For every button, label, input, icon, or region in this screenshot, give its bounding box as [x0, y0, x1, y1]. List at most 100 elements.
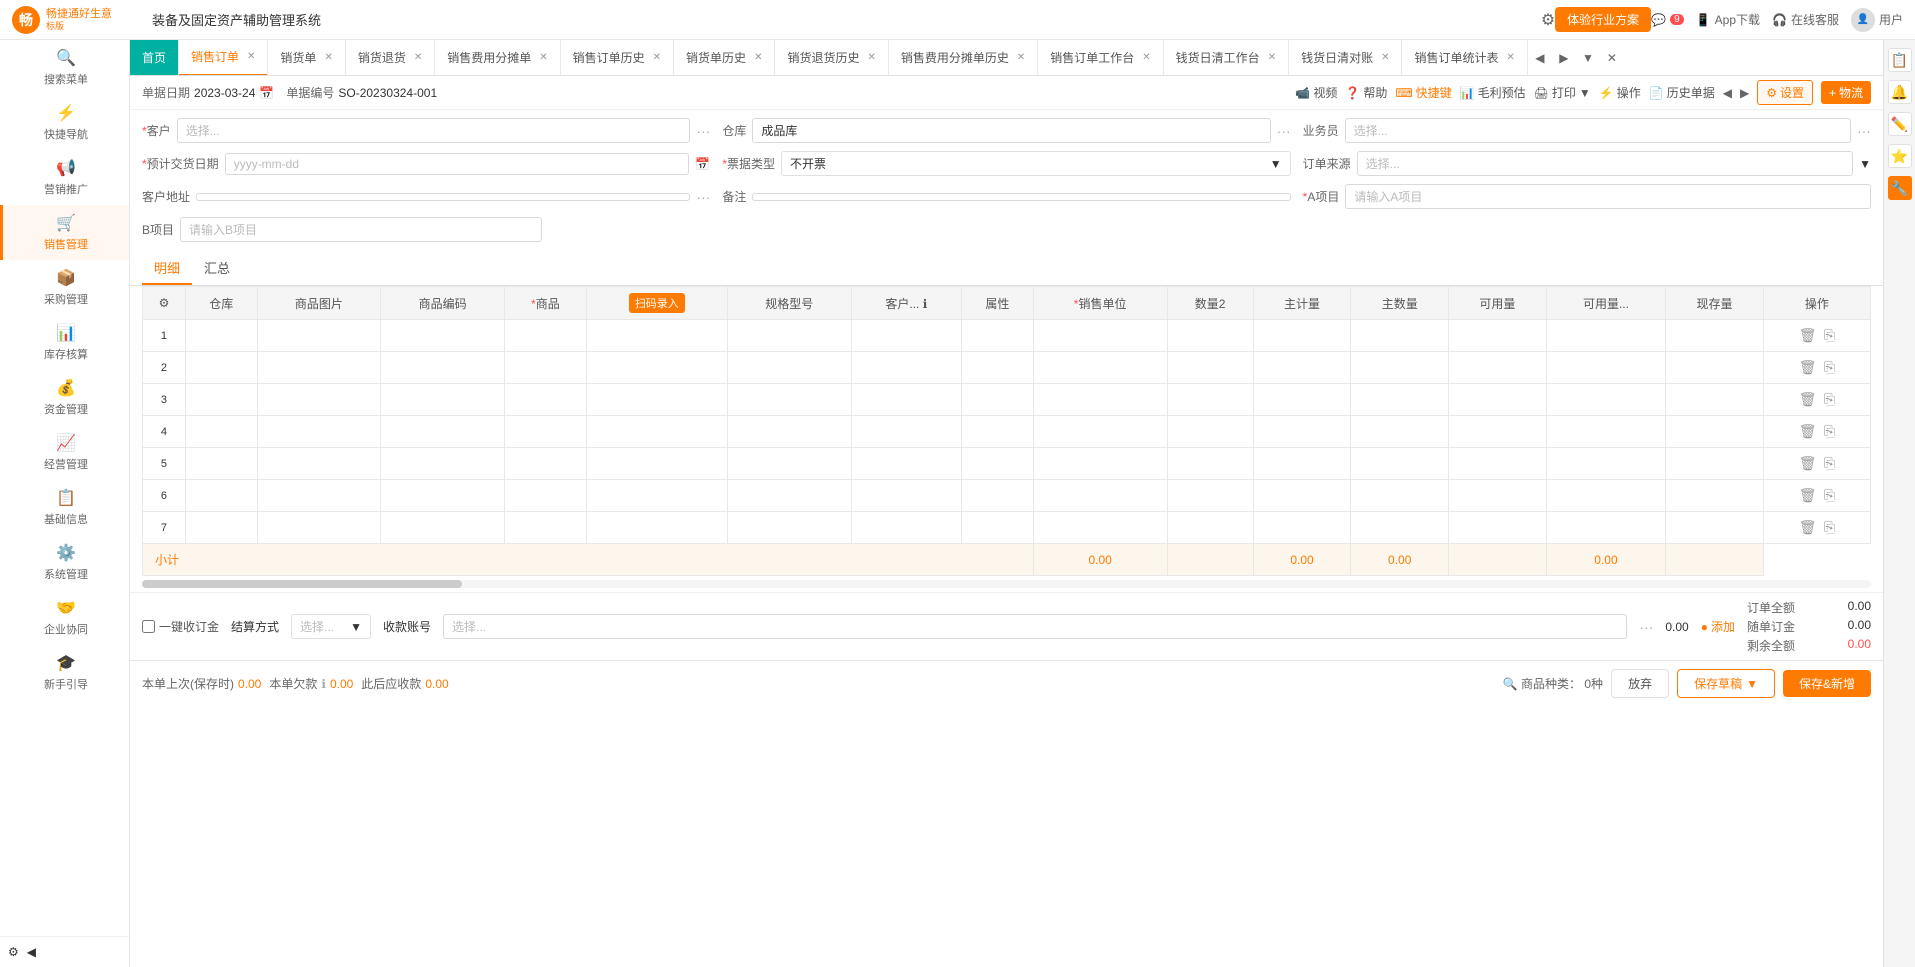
tab-close-sales-order[interactable]: ✕ — [247, 51, 255, 62]
tab-close-sales-return[interactable]: ✕ — [324, 52, 332, 63]
warehouse-more-btn[interactable]: ··· — [1277, 123, 1291, 139]
tab-sales-order-workbench[interactable]: 销售订单工作台 ✕ — [1038, 40, 1163, 76]
row-warehouse-2[interactable] — [185, 352, 257, 384]
sidebar-item-search[interactable]: 🔍 搜索菜单 — [0, 40, 129, 95]
row-spec-2[interactable] — [727, 352, 851, 384]
account-input[interactable]: 选择... — [443, 614, 1627, 639]
sidebar-item-marketing[interactable]: 📢 营销推广 — [0, 150, 129, 205]
toolbar-profit[interactable]: 📊 毛利预估 — [1460, 84, 1526, 101]
online-service-btn[interactable]: 🎧 在线客服 — [1772, 11, 1839, 28]
sidebar-item-inventory[interactable]: 📊 库存核算 — [0, 315, 129, 370]
save-draft-chevron-icon[interactable]: ▼ — [1746, 677, 1758, 691]
account-more-btn[interactable]: ··· — [1639, 619, 1653, 635]
tab-close-sales-order-history[interactable]: ✕ — [653, 52, 661, 63]
copy-row-4-btn[interactable]: ⎘ — [1822, 421, 1837, 442]
detail-tab-detail[interactable]: 明细 — [142, 252, 192, 285]
toolbar-help[interactable]: ❓ 帮助 — [1345, 84, 1387, 101]
sidebar-item-system[interactable]: ⚙️ 系统管理 — [0, 535, 129, 590]
tab-close-sales-order-stats[interactable]: ✕ — [1507, 52, 1515, 63]
tab-next-btn[interactable]: ▶ — [1552, 40, 1576, 76]
scan-btn[interactable]: 扫码录入 — [629, 293, 685, 313]
b-project-input[interactable]: 请输入B项目 — [180, 217, 542, 242]
rp-icon-3[interactable]: ✏️ — [1888, 112, 1912, 136]
tab-close-sales-refund-history[interactable]: ✕ — [867, 52, 875, 63]
row-goods-1[interactable] — [505, 320, 587, 352]
remark-input[interactable] — [752, 193, 1290, 201]
tab-close-sales-fee-split[interactable]: ✕ — [539, 52, 547, 63]
delete-row-4-btn[interactable]: 🗑 — [1797, 421, 1819, 442]
row-spec-1[interactable] — [727, 320, 851, 352]
tab-sales-refund[interactable]: 销货退货 ✕ — [346, 40, 435, 76]
warehouse-input[interactable]: 成品库 — [752, 118, 1270, 143]
sidebar-collapse-icon[interactable]: ◀ — [27, 945, 36, 959]
tab-home[interactable]: 首页 — [130, 40, 179, 76]
tab-sales-refund-history[interactable]: 销货退货历史 ✕ — [775, 40, 888, 76]
industry-btn[interactable]: 体验行业方案 — [1555, 7, 1651, 32]
add-payment-btn[interactable]: ● 添加 — [1701, 618, 1735, 635]
row-qty2-2[interactable] — [1167, 352, 1253, 384]
settings-icon[interactable]: ⚙ — [1541, 10, 1555, 30]
rp-icon-2[interactable]: 🔔 — [1888, 80, 1912, 104]
rp-icon-4[interactable]: ⭐ — [1888, 144, 1912, 168]
sidebar-item-enterprise[interactable]: 🤝 企业协同 — [0, 590, 129, 645]
tab-sales-order-history[interactable]: 销售订单历史 ✕ — [561, 40, 674, 76]
delete-row-3-btn[interactable]: 🗑 — [1797, 389, 1819, 410]
copy-row-7-btn[interactable]: ⎘ — [1822, 517, 1837, 538]
row-mainqty-2[interactable] — [1351, 352, 1449, 384]
save-draft-btn[interactable]: 保存草稿 ▼ — [1677, 669, 1775, 698]
row-mainqty-1[interactable] — [1351, 320, 1449, 352]
calendar-icon[interactable]: 📅 — [259, 86, 274, 100]
tab-close-cash-daily-reconcile[interactable]: ✕ — [1381, 52, 1389, 63]
customer-address-input[interactable] — [196, 193, 690, 201]
sidebar-item-purchase[interactable]: 📦 采购管理 — [0, 260, 129, 315]
salesperson-input[interactable]: 选择... — [1345, 118, 1851, 143]
tab-prev-btn[interactable]: ◀ — [1528, 40, 1552, 76]
copy-row-1-btn[interactable]: ⎘ — [1822, 325, 1837, 346]
sidebar-item-finance[interactable]: 💰 资金管理 — [0, 370, 129, 425]
expected-date-input[interactable]: yyyy-mm-dd — [225, 153, 690, 175]
toolbar-view[interactable]: 📹 视频 — [1295, 84, 1337, 101]
one-click-checkbox[interactable] — [142, 620, 155, 633]
tab-close-cash-daily-workbench[interactable]: ✕ — [1268, 52, 1276, 63]
user-avatar[interactable]: 👤 用户 — [1851, 8, 1903, 32]
sidebar-item-sales[interactable]: 🛒 销售管理 — [0, 205, 129, 260]
th-settings[interactable]: ⚙ — [143, 287, 186, 320]
tab-sales-return-history[interactable]: 销货单历史 ✕ — [674, 40, 775, 76]
rp-icon-1[interactable]: 📋 — [1888, 48, 1912, 72]
row-goods-2[interactable] — [505, 352, 587, 384]
tab-sales-fee-split[interactable]: 销售费用分摊单 ✕ — [435, 40, 560, 76]
toolbar-nav-next[interactable]: ▶ — [1740, 86, 1749, 100]
doc-date-value[interactable]: 2023-03-24 — [194, 86, 255, 100]
date-picker-icon[interactable]: 📅 — [695, 157, 710, 171]
sidebar-item-operation[interactable]: 📈 经营管理 — [0, 425, 129, 480]
tab-sales-order-stats[interactable]: 销售订单统计表 ✕ — [1402, 40, 1527, 76]
copy-row-5-btn[interactable]: ⎘ — [1822, 453, 1837, 474]
tab-cash-daily-workbench[interactable]: 钱货日清工作台 ✕ — [1164, 40, 1289, 76]
tab-menu-btn[interactable]: ▼ — [1576, 40, 1600, 76]
app-download-btn[interactable]: 📱 App下载 — [1696, 11, 1760, 28]
rp-icon-5[interactable]: 🔧 — [1888, 176, 1912, 200]
delete-row-5-btn[interactable]: 🗑 — [1797, 453, 1819, 474]
tab-sales-return[interactable]: 销货单 ✕ — [268, 40, 345, 76]
order-source-input[interactable]: 选择... — [1357, 151, 1853, 176]
toolbar-print[interactable]: 🖨 打印 ▼ — [1534, 84, 1591, 101]
delete-row-2-btn[interactable]: 🗑 — [1797, 357, 1819, 378]
row-code-2[interactable] — [381, 352, 505, 384]
tab-close-sales-order-workbench[interactable]: ✕ — [1142, 52, 1150, 63]
message-icon[interactable]: 💬 9 — [1651, 13, 1684, 27]
copy-row-6-btn[interactable]: ⎘ — [1822, 485, 1837, 506]
row-custcode-2[interactable] — [851, 352, 961, 384]
copy-row-3-btn[interactable]: ⎘ — [1822, 389, 1837, 410]
row-code-1[interactable] — [381, 320, 505, 352]
th-scan[interactable]: 扫码录入 — [586, 287, 727, 320]
row-unit-1[interactable] — [1033, 320, 1167, 352]
salesperson-more-btn[interactable]: ··· — [1857, 123, 1871, 139]
toolbar-nav-prev[interactable]: ◀ — [1723, 86, 1732, 100]
tab-close-sales-refund[interactable]: ✕ — [414, 52, 422, 63]
copy-row-2-btn[interactable]: ⎘ — [1822, 357, 1837, 378]
tab-sales-fee-split-history[interactable]: 销售费用分摊单历史 ✕ — [889, 40, 1038, 76]
row-warehouse-3[interactable] — [185, 384, 257, 416]
table-scrollbar[interactable] — [142, 580, 1871, 588]
row-warehouse-1[interactable] — [185, 320, 257, 352]
customer-more-btn[interactable]: ··· — [696, 123, 710, 139]
